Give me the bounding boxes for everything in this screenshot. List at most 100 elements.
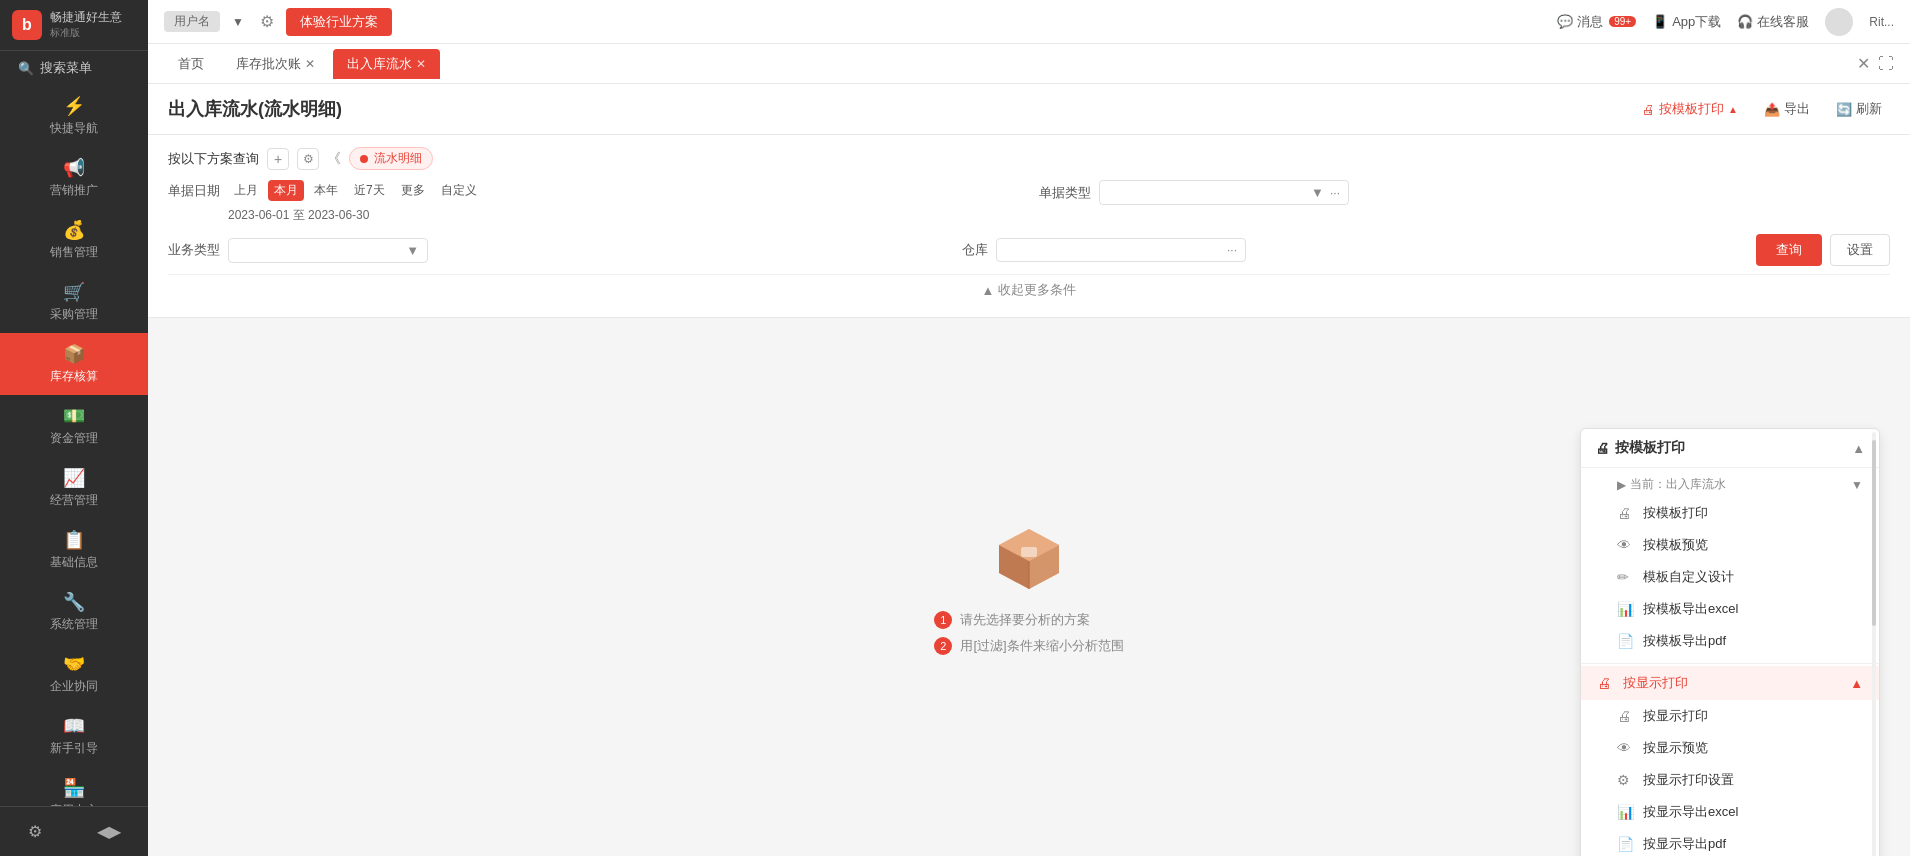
sidebar-item-inventory[interactable]: 📦 库存核算 [0, 333, 148, 395]
guide-icon: 📖 [63, 715, 85, 737]
date-btn-7days[interactable]: 近7天 [348, 180, 391, 201]
sidebar-item-quick-nav[interactable]: ⚡ 快捷导航 [0, 85, 148, 147]
dropdown-item-template-design[interactable]: ✏ 模板自定义设计 [1581, 561, 1879, 593]
message-btn[interactable]: 💬 消息 99+ [1557, 13, 1636, 31]
sidebar-search-menu[interactable]: 🔍 搜索菜单 [0, 51, 148, 85]
sidebar-item-enterprise[interactable]: 🤝 企业协同 [0, 643, 148, 705]
date-btn-current-month[interactable]: 本月 [268, 180, 304, 201]
dropdown-item-display-print[interactable]: 🖨 按显示打印 [1581, 700, 1879, 732]
marketing-icon: 📢 [63, 157, 85, 179]
date-btn-last-month[interactable]: 上月 [228, 180, 264, 201]
sidebar-item-purchase[interactable]: 🛒 采购管理 [0, 271, 148, 333]
dropdown-chevron-up-icon[interactable]: ▲ [1852, 441, 1865, 456]
date-btn-custom[interactable]: 自定义 [435, 180, 483, 201]
doc-type-select[interactable]: ▼ ··· [1099, 180, 1349, 205]
query-btn[interactable]: 查询 [1756, 234, 1822, 266]
dropdown-item-template-preview[interactable]: 👁 按模板预览 [1581, 529, 1879, 561]
dropdown-item-template-pdf[interactable]: 📄 按模板导出pdf [1581, 625, 1879, 657]
content-area: 1 请先选择要分析的方案 2 用[过滤]条件来缩小分析范围 🖨 按模板打印 [148, 318, 1910, 856]
tab-maximize-icon[interactable]: ⛶ [1878, 55, 1894, 73]
print-chevron-up-icon: ▲ [1728, 104, 1738, 115]
dropdown-item-display-excel[interactable]: 📊 按显示导出excel [1581, 796, 1879, 828]
sidebar-item-finance[interactable]: 💵 资金管理 [0, 395, 148, 457]
collapse-sidebar-icon[interactable]: ◀▶ [92, 817, 126, 846]
dropdown-item-display-settings[interactable]: ⚙ 按显示打印设置 [1581, 764, 1879, 796]
filter-settings-btn[interactable]: 设置 [1830, 234, 1890, 266]
user-avatar[interactable] [1825, 8, 1853, 36]
dropdown-item-template-excel[interactable]: 📊 按模板导出excel [1581, 593, 1879, 625]
header-dropdown-arrow[interactable]: ▼ [232, 15, 244, 29]
date-quick-btns: 上月 本月 本年 近7天 更多 自定义 [228, 180, 483, 201]
dropdown-item-display-pdf[interactable]: 📄 按显示导出pdf [1581, 828, 1879, 856]
step-1-num: 1 [934, 611, 952, 629]
export-btn[interactable]: 📤 导出 [1756, 96, 1818, 122]
filter-group-warehouse: 仓库 ··· [962, 238, 1736, 262]
message-icon: 💬 [1557, 14, 1573, 29]
filter-group-biz-type: 业务类型 ▼ [168, 238, 942, 263]
sidebar-item-system[interactable]: 🔧 系统管理 [0, 581, 148, 643]
empty-steps: 1 请先选择要分析的方案 2 用[过滤]条件来缩小分析范围 [934, 611, 1123, 655]
empty-state: 1 请先选择要分析的方案 2 用[过滤]条件来缩小分析范围 [934, 519, 1123, 655]
warehouse-select[interactable]: ··· [996, 238, 1246, 262]
tab-flow-water[interactable]: 出入库流水 ✕ [333, 49, 440, 79]
empty-step-1: 1 请先选择要分析的方案 [934, 611, 1123, 629]
filter-area: 按以下方案查询 + ⚙ 《 流水明细 单据日期 上月 本月 本年 近7天 [148, 135, 1910, 318]
dropdown-item-display-preview[interactable]: 👁 按显示预览 [1581, 732, 1879, 764]
page-actions: 🖨 按模板打印 ▲ 📤 导出 🔄 刷新 [1634, 96, 1890, 122]
display-pdf-icon: 📄 [1617, 836, 1633, 852]
app-download-btn[interactable]: 📱 App下载 [1652, 13, 1721, 31]
filter-settings-icon[interactable]: ⚙ [297, 148, 319, 170]
logo-text: 畅捷通好生意 标准版 [50, 10, 122, 40]
warehouse-more-icon[interactable]: ··· [1227, 243, 1237, 257]
refresh-btn[interactable]: 🔄 刷新 [1828, 96, 1890, 122]
dropdown-current-label: ▶ 当前：出入库流水 ▼ [1581, 472, 1879, 497]
sidebar-item-guide[interactable]: 📖 新手引导 [0, 705, 148, 767]
date-range-display: 2023-06-01 至 2023-06-30 [228, 207, 1890, 224]
sidebar-logo: b 畅捷通好生意 标准版 [0, 0, 148, 51]
tab-batch-account[interactable]: 库存批次账 ✕ [222, 49, 329, 79]
sidebar-item-app-center[interactable]: 🏪 应用中心 [0, 767, 148, 806]
doc-type-more-icon[interactable]: ··· [1330, 186, 1340, 200]
service-btn[interactable]: 🎧 在线客服 [1737, 13, 1809, 31]
date-btn-year[interactable]: 本年 [308, 180, 344, 201]
date-btn-more[interactable]: 更多 [395, 180, 431, 201]
sidebar-item-basic-info[interactable]: 📋 基础信息 [0, 519, 148, 581]
doc-type-chevron-icon: ▼ [1311, 185, 1324, 200]
filter-collapse-icon[interactable]: 《 [327, 150, 341, 168]
dropdown-item-template-print[interactable]: 🖨 按模板打印 [1581, 497, 1879, 529]
inventory-icon: 📦 [63, 343, 85, 365]
dropdown-scrollbar[interactable] [1872, 432, 1876, 856]
sidebar-item-operations[interactable]: 📈 经营管理 [0, 457, 148, 519]
page: 出入库流水(流水明细) 🖨 按模板打印 ▲ 📤 导出 🔄 刷新 [148, 84, 1910, 856]
template-print-icon: 🖨 [1617, 505, 1633, 521]
tab-flow-close-icon[interactable]: ✕ [416, 57, 426, 71]
biz-type-select[interactable]: ▼ [228, 238, 428, 263]
print-template-btn[interactable]: 🖨 按模板打印 ▲ [1634, 96, 1746, 122]
app-header: 用户名 ▼ ⚙ 体验行业方案 💬 消息 99+ 📱 App下载 🎧 在线客服 R… [148, 0, 1910, 44]
sidebar-item-sales[interactable]: 💰 销售管理 [0, 209, 148, 271]
dropdown-section-display-header[interactable]: 🖨 按显示打印 ▲ [1581, 666, 1879, 700]
filter-tag-flow-detail[interactable]: 流水明细 [349, 147, 433, 170]
sidebar-item-marketing[interactable]: 📢 营销推广 [0, 147, 148, 209]
collapse-up-icon: ▲ [982, 283, 995, 298]
template-pdf-icon: 📄 [1617, 633, 1633, 649]
empty-icon [989, 519, 1069, 599]
basic-info-icon: 📋 [63, 529, 85, 551]
filter-row-1: 单据日期 上月 本月 本年 近7天 更多 自定义 单据类型 ▼ [168, 180, 1890, 205]
settings-bottom-icon[interactable]: ⚙ [23, 817, 47, 846]
collapse-more-btn[interactable]: ▲ 收起更多条件 [168, 274, 1890, 305]
display-print-icon: 🖨 [1617, 708, 1633, 724]
enterprise-icon: 🤝 [63, 653, 85, 675]
header-gear-icon[interactable]: ⚙ [260, 12, 274, 31]
trial-btn[interactable]: 体验行业方案 [286, 8, 392, 36]
doc-type-label: 单据类型 [1039, 184, 1091, 202]
filter-add-btn[interactable]: + [267, 148, 289, 170]
filter-action-btns: 查询 设置 [1756, 234, 1890, 266]
tab-home[interactable]: 首页 [164, 49, 218, 79]
tab-close-all-icon[interactable]: ✕ [1857, 54, 1870, 73]
tab-batch-close-icon[interactable]: ✕ [305, 57, 315, 71]
dropdown-template-section: ▶ 当前：出入库流水 ▼ 🖨 按模板打印 👁 按模板预览 ✏ 模板自定义 [1581, 468, 1879, 661]
display-excel-icon: 📊 [1617, 804, 1633, 820]
biz-type-label: 业务类型 [168, 241, 220, 259]
filter-group-doc-type: 单据类型 ▼ ··· [1039, 180, 1890, 205]
